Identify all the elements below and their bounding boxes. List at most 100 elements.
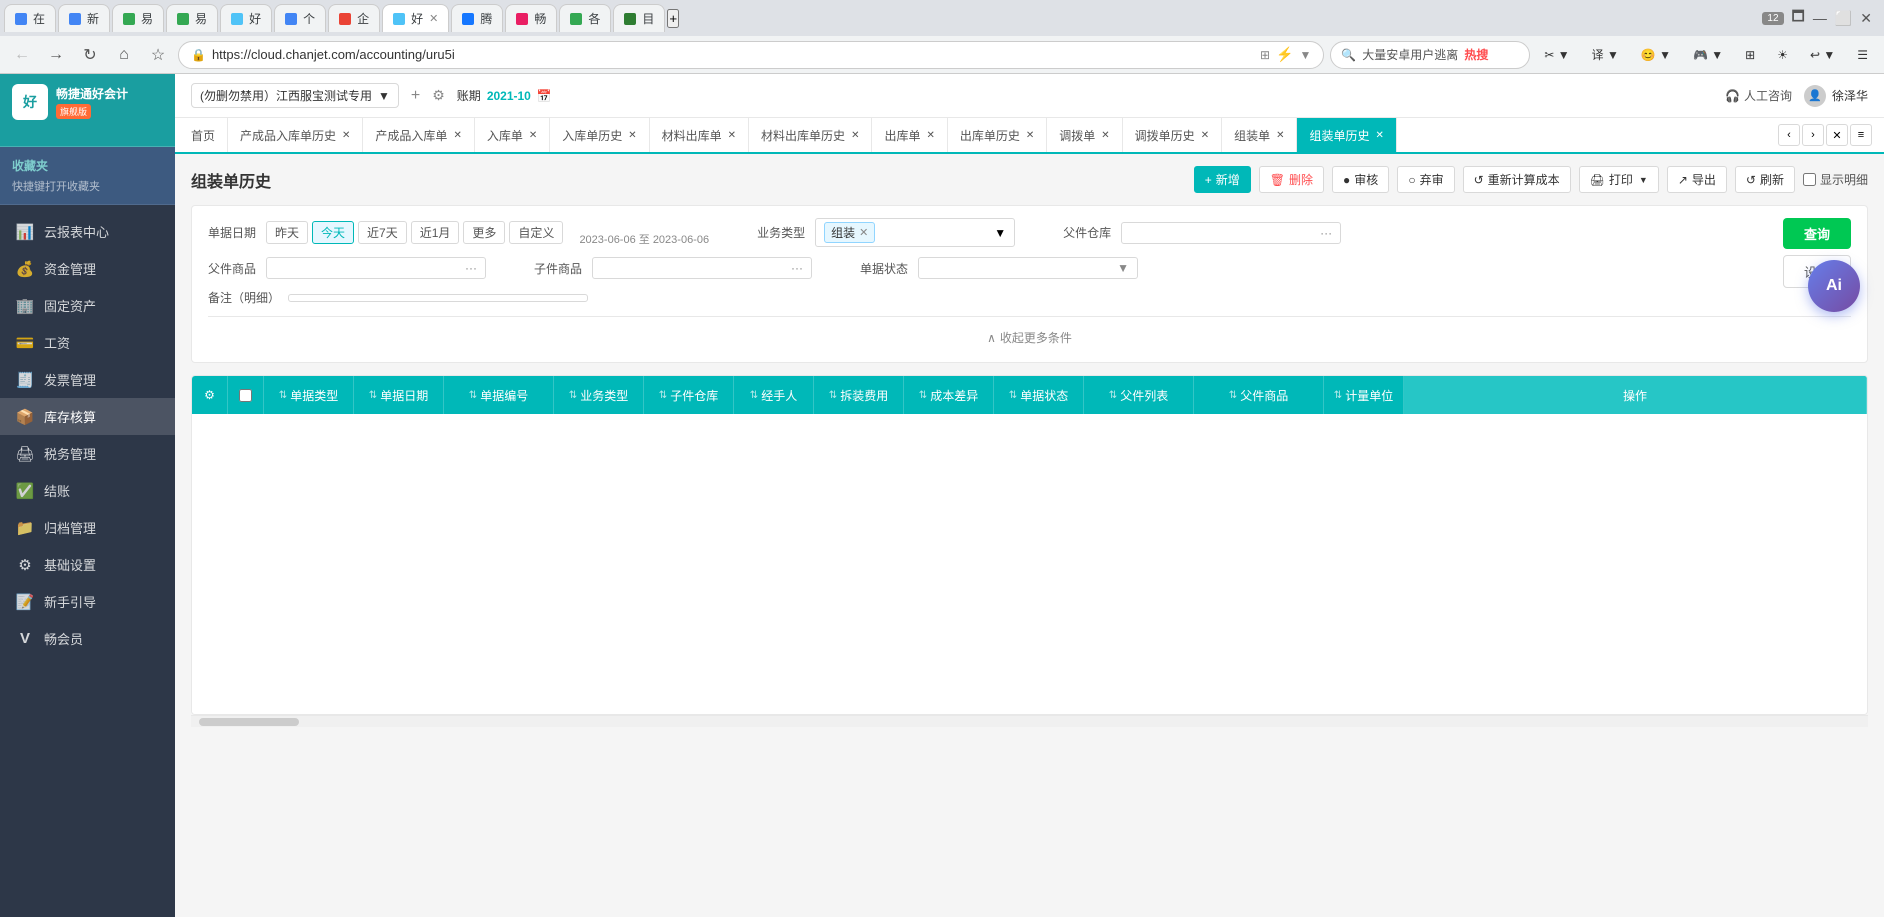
sidebar-item-tax[interactable]: 🖨 税务管理	[0, 435, 175, 472]
refresh-button[interactable]: ↺ 刷新	[1735, 166, 1795, 193]
nav-tab-mat-out[interactable]: 材料出库单 ✕	[650, 118, 749, 153]
company-selector[interactable]: (勿删勿禁用）江西服宝测试专用 ▼	[191, 83, 399, 108]
th-unit[interactable]: ⇅ 计量单位	[1324, 376, 1404, 414]
th-warehouse[interactable]: ⇅ 子件仓库	[644, 376, 734, 414]
review-button[interactable]: ● 审核	[1332, 166, 1389, 193]
new-tab-button[interactable]: +	[667, 9, 679, 28]
nav-tab-assemble-hist[interactable]: 调拨单历史 ✕	[1123, 118, 1222, 153]
qr-icon[interactable]: ⊞	[1260, 48, 1270, 62]
mat-out-close[interactable]: ✕	[728, 130, 736, 141]
add-button[interactable]: + 新增	[1194, 166, 1251, 193]
address-bar[interactable]: 🔒 https://cloud.chanjet.com/accounting/u…	[178, 41, 1324, 69]
nav-prev-arrow[interactable]: ‹	[1778, 124, 1800, 146]
ai-assistant-button[interactable]: Ai	[1808, 260, 1860, 312]
collapse-button[interactable]: ∧ 收起更多条件	[208, 325, 1851, 350]
menu-btn[interactable]: ☰	[1849, 41, 1876, 69]
nav-tab-out-order[interactable]: 出库单 ✕	[872, 118, 947, 153]
out-hist-close[interactable]: ✕	[1026, 130, 1034, 141]
th-parent-item[interactable]: ⇅ 父件商品	[1194, 376, 1324, 414]
minimize-icon[interactable]: —	[1813, 10, 1827, 26]
nav-tab-home[interactable]: 首页	[179, 118, 228, 153]
browser-tab-7[interactable]: 企	[328, 4, 380, 32]
forward-button[interactable]: →	[42, 41, 70, 69]
nav-tab-assemble[interactable]: 调拨单 ✕	[1047, 118, 1122, 153]
export-button[interactable]: ↗ 导出	[1667, 166, 1727, 193]
th-date[interactable]: ⇅ 单据日期	[354, 376, 444, 414]
nav-close-tab-btn[interactable]: ✕	[1826, 124, 1848, 146]
nav-tab-combo[interactable]: 组装单 ✕	[1222, 118, 1297, 153]
show-detail-checkbox[interactable]	[1803, 173, 1816, 186]
month-btn[interactable]: 近1月	[411, 221, 460, 244]
child-item-more[interactable]: ···	[791, 261, 803, 275]
th-checkbox[interactable]	[228, 376, 264, 414]
today-btn[interactable]: 今天	[312, 221, 354, 244]
show-detail-toggle[interactable]: 显示明细	[1803, 171, 1868, 188]
browser-tab-2[interactable]: 新	[58, 4, 110, 32]
grid-btn[interactable]: ⊞	[1737, 41, 1763, 69]
parent-item-more[interactable]: ···	[465, 261, 477, 275]
browser-tab-12[interactable]: 目	[613, 4, 665, 32]
assemble-close[interactable]: ✕	[1101, 130, 1109, 141]
nav-tab-combo-hist[interactable]: 组装单历史 ✕	[1297, 118, 1396, 153]
in-order-close[interactable]: ✕	[529, 130, 537, 141]
delete-button[interactable]: 🗑 删除	[1259, 166, 1324, 193]
sidebar-item-fixed-assets[interactable]: 🏢 固定资产	[0, 287, 175, 324]
browser-tab-3[interactable]: 易	[112, 4, 164, 32]
nav-tab-out-hist[interactable]: 出库单历史 ✕	[948, 118, 1047, 153]
th-cost-diff[interactable]: ⇅ 成本差异	[904, 376, 994, 414]
select-all-checkbox[interactable]	[239, 389, 252, 402]
combo-hist-close[interactable]: ✕	[1376, 130, 1384, 141]
support-button[interactable]: 🎧 人工咨询	[1725, 87, 1792, 104]
th-status[interactable]: ⇅ 单据状态	[994, 376, 1084, 414]
order-status-input[interactable]: ▼	[918, 257, 1138, 279]
biz-type-input[interactable]: 组装 ✕ ▼	[815, 218, 1015, 247]
th-handler[interactable]: ⇅ 经手人	[734, 376, 814, 414]
th-type[interactable]: ⇅ 单据类型	[264, 376, 354, 414]
parent-item-input[interactable]: ···	[266, 257, 486, 279]
yesterday-btn[interactable]: 昨天	[266, 221, 308, 244]
sidebar-item-basic-settings[interactable]: ⚙ 基础设置	[0, 546, 175, 583]
biz-type-tag-close[interactable]: ✕	[859, 226, 868, 239]
scrollbar-thumb[interactable]	[199, 718, 299, 726]
settings-button[interactable]: ⚙	[432, 87, 445, 104]
browser-tab-9[interactable]: 腾	[451, 4, 503, 32]
lightning-icon[interactable]: ⚡	[1276, 46, 1293, 63]
refresh-button[interactable]: ↻	[76, 41, 104, 69]
search-bar[interactable]: 🔍 大量安卓用户逃离 热搜	[1330, 41, 1530, 69]
period-selector[interactable]: 账期 2021-10 📅	[457, 87, 552, 104]
th-parent-list[interactable]: ⇅ 父件列表	[1084, 376, 1194, 414]
week-btn[interactable]: 近7天	[358, 221, 407, 244]
cut-btn[interactable]: ✂ ▼	[1536, 41, 1577, 69]
remark-input[interactable]	[288, 294, 588, 302]
restore-icon[interactable]: 🗖	[1792, 6, 1805, 30]
nav-tab-mat-out-hist[interactable]: 材料出库单历史 ✕	[749, 118, 872, 153]
maximize-icon[interactable]: ⬜	[1835, 10, 1852, 27]
sidebar-favorites[interactable]: 收藏夹 快捷键打开收藏夹	[0, 147, 175, 205]
add-company-button[interactable]: +	[411, 87, 420, 105]
parent-warehouse-input[interactable]: ···	[1121, 222, 1341, 244]
combo-close[interactable]: ✕	[1276, 130, 1284, 141]
sidebar-item-inventory[interactable]: 📦 库存核算	[0, 398, 175, 435]
nav-tab-prod-in[interactable]: 产成品入库单 ✕	[363, 118, 474, 153]
close-window-icon[interactable]: ✕	[1860, 10, 1872, 27]
parent-warehouse-more[interactable]: ···	[1320, 226, 1332, 240]
sidebar-item-fund[interactable]: 💰 资金管理	[0, 250, 175, 287]
browser-tab-10[interactable]: 畅	[505, 4, 557, 32]
browser-tab-4[interactable]: 易	[166, 4, 218, 32]
browser-tab-5[interactable]: 好	[220, 4, 272, 32]
sun-btn[interactable]: ☀	[1769, 41, 1796, 69]
mat-out-hist-close[interactable]: ✕	[851, 130, 859, 141]
browser-tab-8[interactable]: 好 ✕	[382, 4, 449, 32]
sidebar-item-guide[interactable]: 📝 新手引导	[0, 583, 175, 620]
horizontal-scrollbar[interactable]	[191, 715, 1868, 727]
browser-tab-6[interactable]: 个	[274, 4, 326, 32]
assemble-hist-close[interactable]: ✕	[1201, 130, 1209, 141]
undo-btn[interactable]: ↩ ▼	[1802, 41, 1843, 69]
nav-tab-in-hist[interactable]: 入库单历史 ✕	[550, 118, 649, 153]
translate-btn[interactable]: 译 ▼	[1584, 41, 1627, 69]
out-order-close[interactable]: ✕	[926, 130, 934, 141]
back-button[interactable]: ←	[8, 41, 36, 69]
nav-more-tabs-btn[interactable]: ≡	[1850, 124, 1872, 146]
th-no[interactable]: ⇅ 单据编号	[444, 376, 554, 414]
browser-tab-11[interactable]: 各	[559, 4, 611, 32]
